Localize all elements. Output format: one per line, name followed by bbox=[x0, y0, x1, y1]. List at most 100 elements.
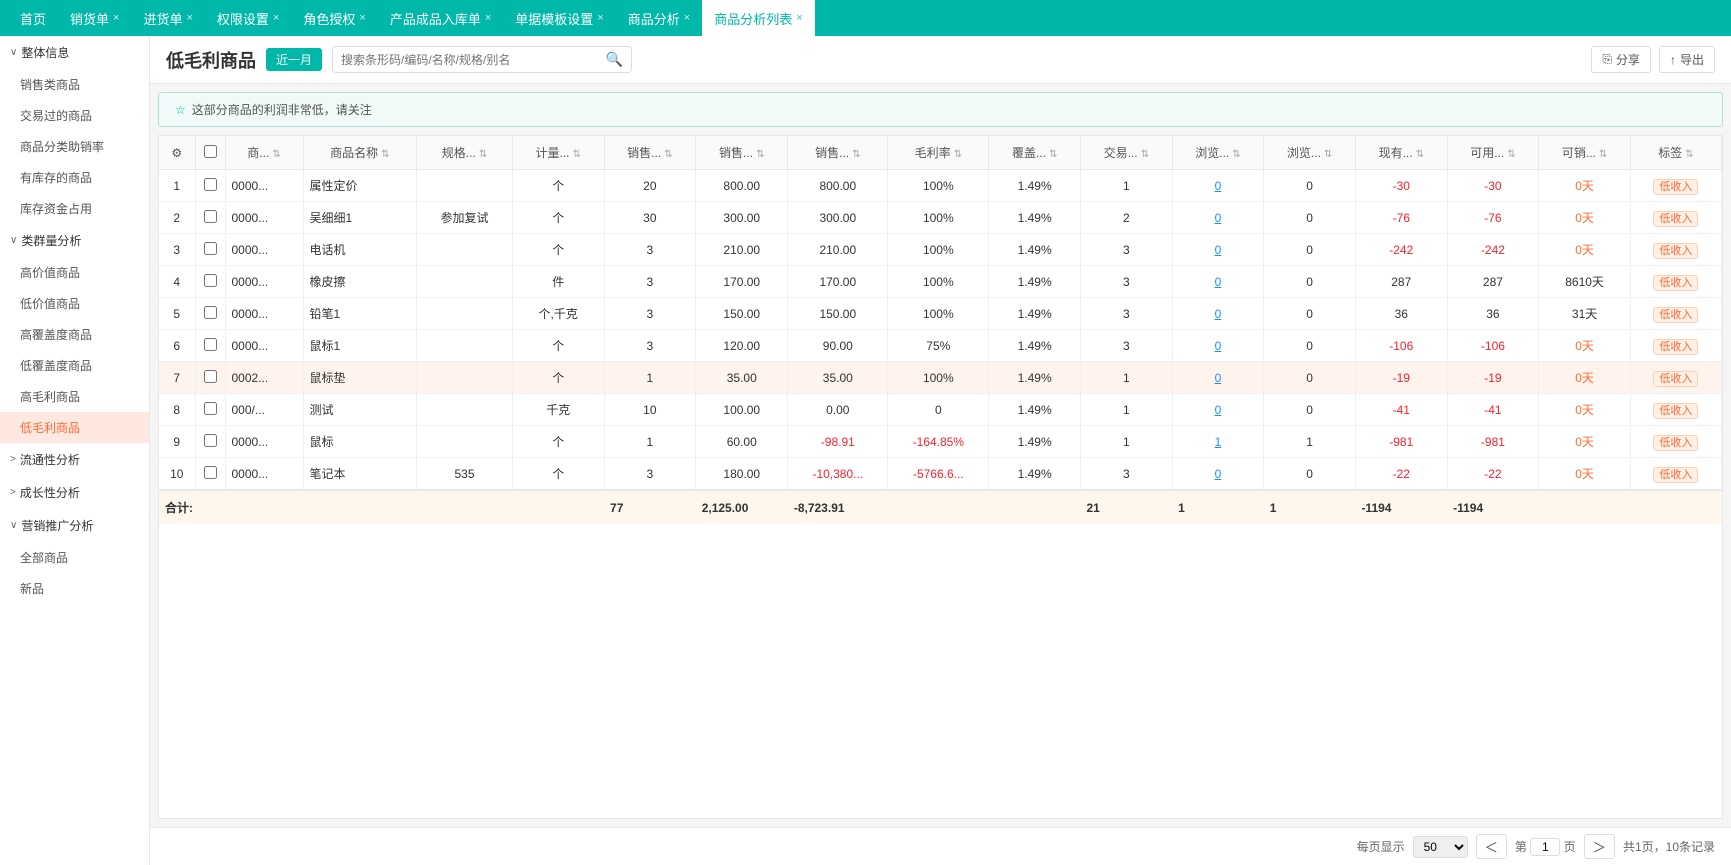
row-checkbox[interactable] bbox=[195, 330, 225, 362]
row-checkbox[interactable] bbox=[195, 362, 225, 394]
table-row: 8 000/... 测试 千克 10 100.00 0.00 0 1.49% 1… bbox=[159, 394, 1722, 426]
page-number-input[interactable] bbox=[1530, 838, 1560, 856]
select-all-checkbox[interactable] bbox=[204, 145, 217, 158]
row-name[interactable]: 鼠标 bbox=[303, 426, 417, 458]
col-current-stock[interactable]: 现有...⇅ bbox=[1355, 136, 1447, 170]
close-icon[interactable]: × bbox=[113, 12, 119, 24]
col-code[interactable]: 商...⇅ bbox=[225, 136, 303, 170]
sidebar-item-交易过的商品[interactable]: 交易过的商品 bbox=[0, 100, 149, 131]
nav-item-角色授权[interactable]: 角色授权× bbox=[291, 0, 377, 36]
nav-item-商品分析列表[interactable]: 商品分析列表× bbox=[702, 0, 814, 36]
row-name[interactable]: 电话机 bbox=[303, 234, 417, 266]
row-browse1[interactable]: 0 bbox=[1172, 266, 1264, 298]
row-checkbox[interactable] bbox=[195, 266, 225, 298]
col-checkbox bbox=[195, 136, 225, 170]
col-unit[interactable]: 计量...⇅ bbox=[512, 136, 604, 170]
row-checkbox[interactable] bbox=[195, 298, 225, 330]
close-icon[interactable]: × bbox=[485, 12, 491, 24]
col-sales-price[interactable]: 销售...⇅ bbox=[696, 136, 788, 170]
row-browse1[interactable]: 0 bbox=[1172, 330, 1264, 362]
row-browse1[interactable]: 0 bbox=[1172, 362, 1264, 394]
row-checkbox[interactable] bbox=[195, 394, 225, 426]
nav-item-单据模板设置[interactable]: 单据模板设置× bbox=[503, 0, 615, 36]
row-browse1[interactable]: 1 bbox=[1172, 426, 1264, 458]
sidebar-item-高毛利商品[interactable]: 高毛利商品 bbox=[0, 381, 149, 412]
search-icon[interactable]: 🔍 bbox=[606, 51, 623, 68]
row-sales-qty: 3 bbox=[604, 330, 696, 362]
prev-page-button[interactable]: ＜ bbox=[1476, 834, 1507, 859]
row-name[interactable]: 测试 bbox=[303, 394, 417, 426]
nav-item-销货单[interactable]: 销货单× bbox=[58, 0, 131, 36]
sidebar-item-有库存的商品[interactable]: 有库存的商品 bbox=[0, 162, 149, 193]
col-coverage[interactable]: 覆盖...⇅ bbox=[989, 136, 1081, 170]
col-available[interactable]: 可用...⇅ bbox=[1447, 136, 1539, 170]
col-spec[interactable]: 规格...⇅ bbox=[417, 136, 513, 170]
search-input[interactable] bbox=[341, 53, 606, 67]
close-icon[interactable]: × bbox=[684, 12, 690, 24]
sidebar-item-低覆盖度商品[interactable]: 低覆盖度商品 bbox=[0, 350, 149, 381]
col-sales-qty[interactable]: 销售...⇅ bbox=[604, 136, 696, 170]
close-icon[interactable]: × bbox=[273, 12, 279, 24]
col-name[interactable]: 商品名称⇅ bbox=[303, 136, 417, 170]
date-filter-button[interactable]: 近一月 bbox=[266, 48, 322, 71]
export-button[interactable]: ↑ 导出 bbox=[1659, 46, 1715, 73]
col-browse1[interactable]: 浏览...⇅ bbox=[1172, 136, 1264, 170]
sidebar-item-新品[interactable]: 新品 bbox=[0, 573, 149, 604]
table-container[interactable]: ⚙ 商...⇅ 商品名称⇅ 规格...⇅ 计量...⇅ 销售...⇅ 销售...… bbox=[158, 135, 1723, 819]
nav-item-首页[interactable]: 首页 bbox=[8, 0, 58, 36]
row-name[interactable]: 属性定价 bbox=[303, 170, 417, 202]
row-browse1[interactable]: 0 bbox=[1172, 202, 1264, 234]
settings-icon[interactable]: ⚙ bbox=[171, 146, 182, 160]
sidebar-item-高覆盖度商品[interactable]: 高覆盖度商品 bbox=[0, 319, 149, 350]
nav-item-商品分析[interactable]: 商品分析× bbox=[616, 0, 702, 36]
sidebar-item-全部商品[interactable]: 全部商品 bbox=[0, 542, 149, 573]
col-settings[interactable]: ⚙ bbox=[159, 136, 195, 170]
col-gross-margin[interactable]: 毛利率⇅ bbox=[888, 136, 989, 170]
row-browse1[interactable]: 0 bbox=[1172, 298, 1264, 330]
row-spec: 参加复试 bbox=[417, 202, 513, 234]
row-name[interactable]: 铅笔1 bbox=[303, 298, 417, 330]
col-sales-amount[interactable]: 销售...⇅ bbox=[788, 136, 888, 170]
row-coverage: 1.49% bbox=[989, 362, 1081, 394]
sidebar-item-低毛利商品[interactable]: 低毛利商品 bbox=[0, 412, 149, 443]
col-sellable[interactable]: 可销...⇅ bbox=[1539, 136, 1631, 170]
col-trans[interactable]: 交易...⇅ bbox=[1080, 136, 1172, 170]
row-name[interactable]: 笔记本 bbox=[303, 458, 417, 491]
nav-item-进货单[interactable]: 进货单× bbox=[131, 0, 204, 36]
row-checkbox[interactable] bbox=[195, 458, 225, 491]
row-browse1[interactable]: 0 bbox=[1172, 458, 1264, 491]
row-browse1[interactable]: 0 bbox=[1172, 170, 1264, 202]
row-checkbox[interactable] bbox=[195, 426, 225, 458]
row-browse1[interactable]: 0 bbox=[1172, 394, 1264, 426]
row-name[interactable]: 吴细细1 bbox=[303, 202, 417, 234]
sidebar-item-库存资金占用[interactable]: 库存资金占用 bbox=[0, 193, 149, 224]
row-name[interactable]: 鼠标垫 bbox=[303, 362, 417, 394]
sidebar-group-流通性分析[interactable]: >流通性分析 bbox=[0, 443, 149, 476]
sidebar-group-整体信息[interactable]: ∨整体信息 bbox=[0, 36, 149, 69]
row-checkbox[interactable] bbox=[195, 202, 225, 234]
sidebar-item-高价值商品[interactable]: 高价值商品 bbox=[0, 257, 149, 288]
col-tag[interactable]: 标签⇅ bbox=[1630, 136, 1721, 170]
row-checkbox[interactable] bbox=[195, 234, 225, 266]
sidebar-group-成长性分析[interactable]: >成长性分析 bbox=[0, 476, 149, 509]
col-browse2[interactable]: 浏览...⇅ bbox=[1264, 136, 1356, 170]
row-browse1[interactable]: 0 bbox=[1172, 234, 1264, 266]
share-button[interactable]: ⎘ 分享 bbox=[1591, 46, 1651, 73]
row-name[interactable]: 鼠标1 bbox=[303, 330, 417, 362]
sidebar-item-销售类商品[interactable]: 销售类商品 bbox=[0, 69, 149, 100]
nav-item-权限设置[interactable]: 权限设置× bbox=[205, 0, 291, 36]
sidebar-item-低价值商品[interactable]: 低价值商品 bbox=[0, 288, 149, 319]
next-page-button[interactable]: ＞ bbox=[1584, 834, 1615, 859]
close-icon[interactable]: × bbox=[186, 12, 192, 24]
close-icon[interactable]: × bbox=[597, 12, 603, 24]
row-checkbox[interactable] bbox=[195, 170, 225, 202]
close-icon[interactable]: × bbox=[796, 12, 802, 24]
row-name[interactable]: 橡皮擦 bbox=[303, 266, 417, 298]
row-browse2: 0 bbox=[1264, 234, 1356, 266]
sidebar-group-类群量分析[interactable]: ∨类群量分析 bbox=[0, 224, 149, 257]
sidebar-item-商品分类助销率[interactable]: 商品分类助销率 bbox=[0, 131, 149, 162]
nav-item-产品成品入库单[interactable]: 产品成品入库单× bbox=[378, 0, 503, 36]
close-icon[interactable]: × bbox=[359, 12, 365, 24]
per-page-select[interactable]: 50 20 100 bbox=[1413, 836, 1468, 858]
sidebar-group-营销推广分析[interactable]: ∨营销推广分析 bbox=[0, 509, 149, 542]
